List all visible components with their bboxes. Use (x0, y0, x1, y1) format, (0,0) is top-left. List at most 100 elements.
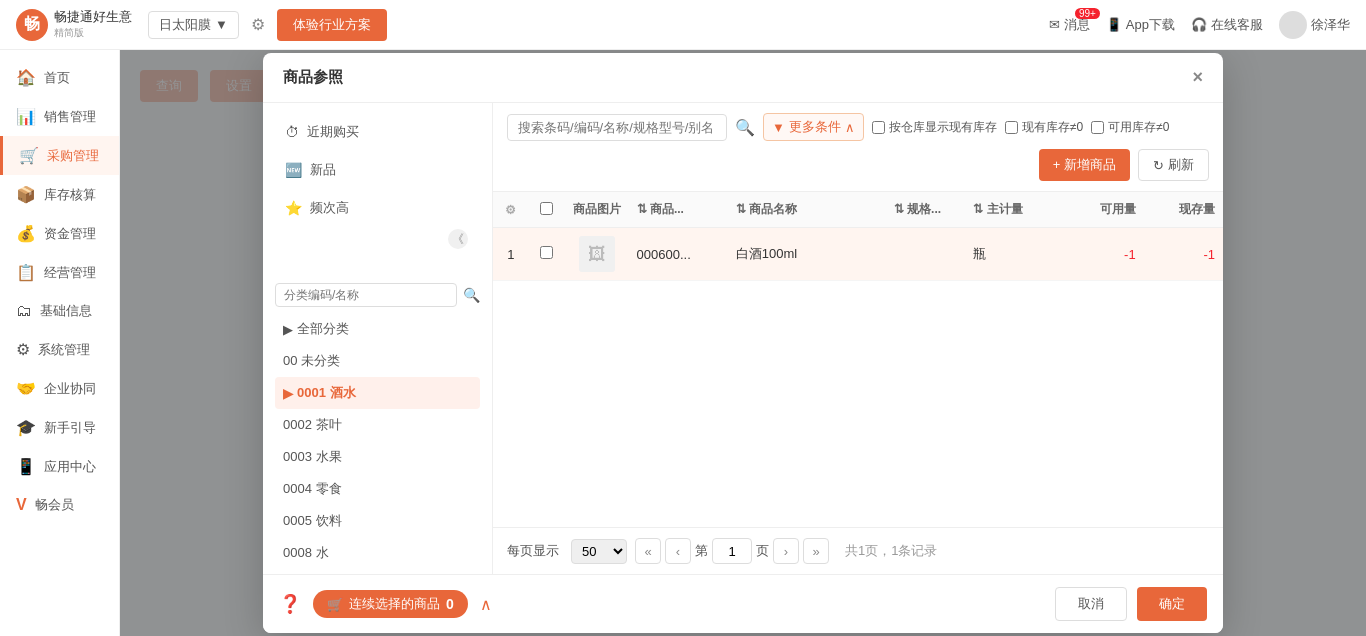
col-checkbox[interactable] (529, 192, 565, 228)
col-spec-header[interactable]: ⇅ 规格... (886, 192, 966, 228)
messages-btn[interactable]: ✉ 99+ 消息 (1049, 16, 1090, 34)
check-avail-neq[interactable] (1091, 121, 1104, 134)
sidebar-item-system[interactable]: ⚙ 系统管理 (0, 330, 119, 369)
confirm-btn[interactable]: 确定 (1137, 587, 1207, 621)
tab-frequent[interactable]: ⭐ 频次高 (275, 191, 480, 225)
sidebar-item-sales[interactable]: 📊 销售管理 (0, 97, 119, 136)
category-search-icon[interactable]: 🔍 (463, 287, 480, 303)
product-search-input[interactable] (507, 114, 727, 141)
next-page-btn[interactable]: › (773, 538, 799, 564)
cat-uncategorized[interactable]: 00 未分类 (275, 345, 480, 377)
avatar (1279, 11, 1307, 39)
sidebar-item-appcenter[interactable]: 📱 应用中心 (0, 447, 119, 486)
sidebar-item-management[interactable]: 📋 经营管理 (0, 253, 119, 292)
check-stock-neq[interactable] (1005, 121, 1018, 134)
footer-right: 取消 确定 (1055, 587, 1207, 621)
cat-beverages[interactable]: 0005 饮料 (275, 505, 480, 537)
nav-selector-label: 日太阳膜 (159, 16, 211, 34)
row-spec (886, 228, 966, 281)
sidebar-management-label: 经营管理 (44, 264, 96, 282)
app-download-btn[interactable]: 📱 App下载 (1106, 16, 1175, 34)
cat-snacks[interactable]: 0004 零食 (275, 473, 480, 505)
page-word: 第 (695, 542, 708, 560)
finance-icon: 💰 (16, 224, 36, 243)
check-stock-neq-option[interactable]: 现有库存≠0 (1005, 119, 1083, 136)
cat-water[interactable]: 0008 水 (275, 537, 480, 569)
add-product-btn[interactable]: + 新增商品 (1039, 149, 1130, 181)
cat-fruit[interactable]: 0003 水果 (275, 441, 480, 473)
product-table-wrap: ⚙ 商品图片 (493, 192, 1223, 527)
cat-uncategorized-label: 00 未分类 (283, 353, 340, 368)
logo-sub: 精简版 (54, 26, 132, 40)
experience-btn[interactable]: 体验行业方案 (277, 9, 387, 41)
quick-tabs: ⏱ 近期购买 🆕 新品 ⭐ 频次高 (263, 115, 492, 225)
col-unit-header[interactable]: ⇅ 主计量 (965, 192, 1045, 228)
select-all-checkbox[interactable] (540, 202, 553, 215)
collapse-panel-btn[interactable]: 《 (448, 229, 468, 249)
first-page-btn[interactable]: « (635, 538, 661, 564)
tab-recent-purchase[interactable]: ⏱ 近期购买 (275, 115, 480, 149)
last-page-btn[interactable]: » (803, 538, 829, 564)
help-icon[interactable]: ❓ (279, 593, 301, 615)
content-area: 查询 设置 刷新 商品参照 × ⏱ (120, 50, 1366, 636)
sidebar-item-inventory[interactable]: 📦 库存核算 (0, 175, 119, 214)
dialog-close-btn[interactable]: × (1192, 67, 1203, 88)
user-area[interactable]: 徐泽华 (1279, 11, 1350, 39)
cat-liquor-arrow: ▶ (283, 386, 293, 401)
page-size-select[interactable]: 10 20 50 100 (571, 539, 627, 564)
sidebar-vip-label: 畅会员 (35, 496, 74, 514)
sidebar-item-collab[interactable]: 🤝 企业协同 (0, 369, 119, 408)
sidebar-item-finance[interactable]: 💰 资金管理 (0, 214, 119, 253)
online-service-btn[interactable]: 🎧 在线客服 (1191, 16, 1263, 34)
tab-frequent-label: 频次高 (310, 199, 349, 217)
row-name: 白酒100ml (728, 228, 886, 281)
col-code-header[interactable]: ⇅ 商品... (629, 192, 728, 228)
cat-liquor[interactable]: ▶ 0001 酒水 (275, 377, 480, 409)
sidebar-item-guide[interactable]: 🎓 新手引导 (0, 408, 119, 447)
dropdown-icon: ▼ (215, 17, 228, 32)
check-stock-neq-label: 现有库存≠0 (1022, 119, 1083, 136)
col-avail-header: 可用量 (1045, 192, 1144, 228)
cart-btn[interactable]: 🛒 连续选择的商品 0 (313, 590, 468, 618)
page-suffix: 页 (756, 542, 769, 560)
col-settings-icon[interactable]: ⚙ (505, 203, 516, 217)
message-icon: ✉ (1049, 17, 1060, 32)
cat-snacks-label: 0004 零食 (283, 481, 342, 496)
cat-all[interactable]: ▶ 全部分类 (275, 313, 480, 345)
row-img: 🖼 (565, 228, 629, 281)
check-warehouse-option[interactable]: 按仓库显示现有库存 (872, 119, 997, 136)
system-icon: ⚙ (16, 340, 30, 359)
footer-collapse-icon[interactable]: ∧ (480, 595, 492, 614)
appcenter-icon: 📱 (16, 457, 36, 476)
row-checkbox-cell[interactable] (529, 228, 565, 281)
dialog-title: 商品参照 (283, 68, 343, 87)
toolbar: 🔍 ▼ 更多条件 ∧ 按仓库显示现有库存 (493, 103, 1223, 192)
col-name-header[interactable]: ⇅ 商品名称 (728, 192, 886, 228)
row-checkbox[interactable] (540, 246, 553, 259)
more-filter-btn[interactable]: ▼ 更多条件 ∧ (763, 113, 864, 141)
tab-new-products[interactable]: 🆕 新品 (275, 153, 480, 187)
nav-selector[interactable]: 日太阳膜 ▼ (148, 11, 239, 39)
check-avail-neq-label: 可用库存≠0 (1108, 119, 1169, 136)
product-search-icon[interactable]: 🔍 (735, 118, 755, 137)
check-warehouse[interactable] (872, 121, 885, 134)
col-settings[interactable]: ⚙ (493, 192, 529, 228)
cancel-btn[interactable]: 取消 (1055, 587, 1127, 621)
page-number-input[interactable] (712, 538, 752, 564)
category-search-input[interactable] (275, 283, 457, 307)
sidebar-item-vip[interactable]: V 畅会员 (0, 486, 119, 524)
prev-page-btn[interactable]: ‹ (665, 538, 691, 564)
logo-icon: 畅 (16, 9, 48, 41)
sidebar-item-purchase[interactable]: 🛒 采购管理 (0, 136, 119, 175)
table-row[interactable]: 1 🖼 000600... 白酒100ml (493, 228, 1223, 281)
cat-tea[interactable]: 0002 茶叶 (275, 409, 480, 441)
settings-icon[interactable]: ⚙ (251, 15, 265, 34)
footer-left: ❓ 🛒 连续选择的商品 0 ∧ (279, 590, 492, 618)
dialog-overlay: 商品参照 × ⏱ 近期购买 🆕 新 (120, 50, 1366, 636)
check-avail-neq-option[interactable]: 可用库存≠0 (1091, 119, 1169, 136)
cat-all-label: 全部分类 (297, 320, 349, 338)
sidebar-item-home[interactable]: 🏠 首页 (0, 58, 119, 97)
sidebar-item-basic[interactable]: 🗂 基础信息 (0, 292, 119, 330)
sidebar-collab-label: 企业协同 (44, 380, 96, 398)
refresh-btn[interactable]: ↻ 刷新 (1138, 149, 1209, 181)
